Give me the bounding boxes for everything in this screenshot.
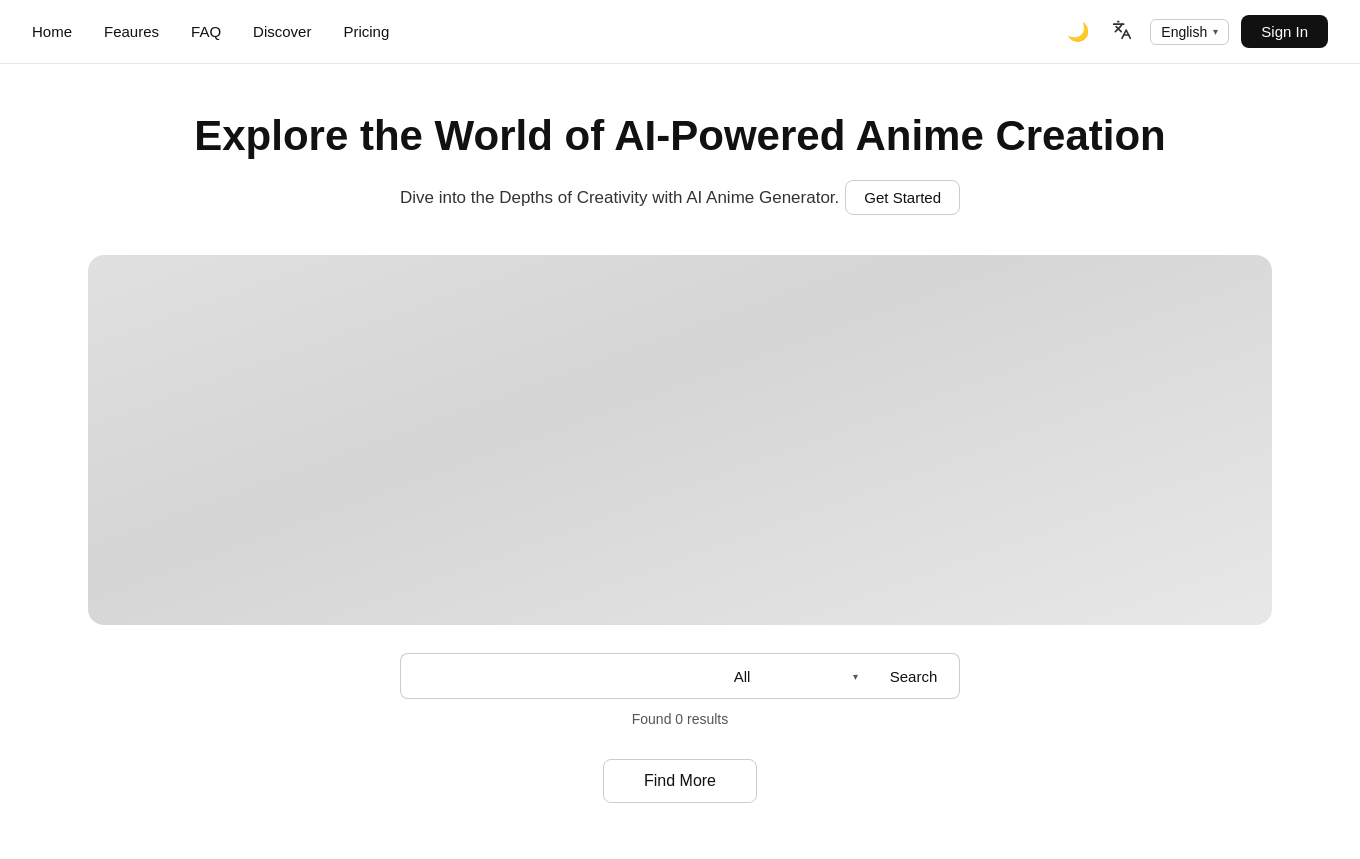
hero-image-area xyxy=(88,255,1272,625)
language-selector[interactable]: English 中文 日本語 한국어 ▾ xyxy=(1150,19,1229,45)
moon-icon: 🌙 xyxy=(1067,21,1089,43)
hero-title: Explore the World of AI-Powered Anime Cr… xyxy=(32,112,1328,160)
header: Home Feaures FAQ Discover Pricing 🌙 xyxy=(0,0,1360,64)
nav-features[interactable]: Feaures xyxy=(104,23,159,40)
nav-discover[interactable]: Discover xyxy=(253,23,311,40)
results-count: Found 0 results xyxy=(632,711,729,727)
hero-subtitle-text: Dive into the Depths of Creativity with … xyxy=(400,188,839,208)
hero-section: Explore the World of AI-Powered Anime Cr… xyxy=(0,64,1360,239)
nav-pricing[interactable]: Pricing xyxy=(343,23,389,40)
search-section: All Characters Backgrounds Scenes Portra… xyxy=(0,625,1360,743)
translate-icon xyxy=(1112,20,1132,44)
get-started-button[interactable]: Get Started xyxy=(845,180,960,215)
find-more-section: Find More xyxy=(0,743,1360,843)
search-row: All Characters Backgrounds Scenes Portra… xyxy=(400,653,961,699)
nav-home[interactable]: Home xyxy=(32,23,72,40)
category-select[interactable]: All Characters Backgrounds Scenes Portra… xyxy=(734,654,838,698)
chevron-down-icon: ▾ xyxy=(1213,26,1218,37)
main-nav: Home Feaures FAQ Discover Pricing xyxy=(32,23,389,40)
nav-faq[interactable]: FAQ xyxy=(191,23,221,40)
sign-in-button[interactable]: Sign In xyxy=(1241,15,1328,48)
chevron-down-icon: ▾ xyxy=(853,671,858,682)
search-button[interactable]: Search xyxy=(868,653,961,699)
translate-button[interactable] xyxy=(1106,16,1138,48)
dark-mode-toggle[interactable]: 🌙 xyxy=(1062,16,1094,48)
search-input[interactable] xyxy=(400,653,720,699)
find-more-button[interactable]: Find More xyxy=(603,759,757,803)
hero-subtitle-row: Dive into the Depths of Creativity with … xyxy=(32,180,1328,215)
language-select[interactable]: English 中文 日本語 한국어 xyxy=(1161,24,1207,40)
header-actions: 🌙 English 中文 日本語 한국어 ▾ xyxy=(1062,15,1328,48)
category-selector[interactable]: All Characters Backgrounds Scenes Portra… xyxy=(720,653,868,699)
